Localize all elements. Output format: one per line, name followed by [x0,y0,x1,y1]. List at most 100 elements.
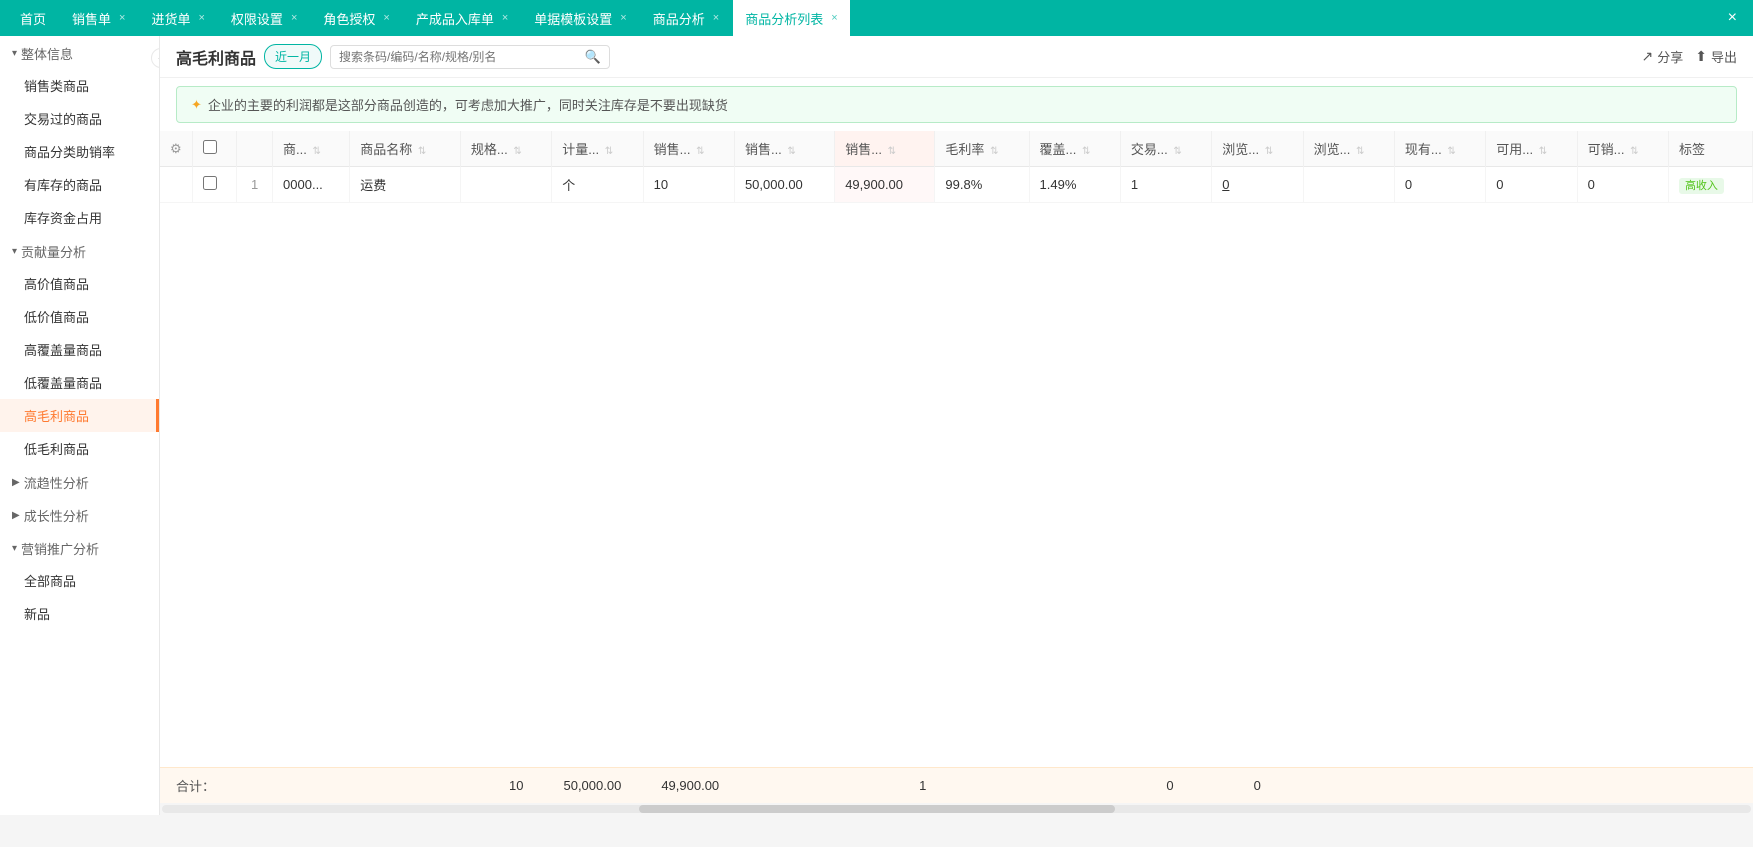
arrow-down-icon-2: ▾ [12,246,17,257]
sort-icon-13: ⇅ [1447,146,1455,157]
sidebar-item-high-coverage[interactable]: 高覆盖量商品 [0,333,159,366]
th-current-stock[interactable]: 现有... ⇅ [1394,131,1485,167]
sort-icon-7: ⇅ [888,146,896,157]
tab-sales[interactable]: 销售单 × [60,0,137,36]
sidebar-group-marketing[interactable]: ▾ 营销推广分析 [0,531,159,564]
sort-icon-9: ⇅ [1082,146,1090,157]
th-sales-qty[interactable]: 销售... ⇅ [643,131,734,167]
close-tab-analysis[interactable]: × [713,12,719,24]
td-code: 0000... [273,167,350,203]
sidebar-item-stock-capital[interactable]: 库存资金占用 [0,201,159,234]
sidebar-group-trend[interactable]: ▶ 流趋性分析 [0,465,159,498]
search-icon[interactable]: 🔍 [585,49,601,65]
th-sales-amount[interactable]: 销售... ⇅ [734,131,834,167]
th-available-stock[interactable]: 可用... ⇅ [1486,131,1577,167]
footer-available-stock: 0 [1244,778,1271,793]
search-box: 🔍 [330,45,610,69]
page-title: 高毛利商品 [176,45,256,69]
sort-icon-8: ⇅ [990,146,998,157]
tab-home[interactable]: 首页 [8,0,58,36]
td-transaction: 1 [1120,167,1211,203]
tab-analysis-list[interactable]: 商品分析列表 × [733,0,849,36]
tag-badge: 高收入 [1679,178,1724,194]
sidebar-item-new-goods[interactable]: 新品 [0,597,159,630]
th-saleable-stock[interactable]: 可销... ⇅ [1577,131,1668,167]
topbar: 首页 销售单 × 进货单 × 权限设置 × 角色授权 × 产成品入库单 × 单据… [0,0,1753,36]
close-tab-sales[interactable]: × [119,12,125,24]
sort-icon-5: ⇅ [696,146,704,157]
footer-sales-amount: 50,000.00 [553,778,631,793]
select-all-checkbox[interactable] [203,140,217,154]
sidebar-item-high-gross[interactable]: 高毛利商品 [0,399,159,432]
tab-purchase[interactable]: 进货单 × [139,0,216,36]
footer-sales-cost: 49,900.00 [651,778,729,793]
td-browse1: 0 [1212,167,1303,203]
sidebar-item-traded-goods[interactable]: 交易过的商品 [0,102,159,135]
filter-month-btn[interactable]: 近一月 [264,44,322,69]
close-tab-purchase[interactable]: × [198,12,204,24]
th-name[interactable]: 商品名称 ⇅ [350,131,461,167]
share-btn[interactable]: ↗ 分享 [1642,47,1684,66]
footer-cells: 10 50,000.00 49,900.00 1 0 0 [219,778,1737,793]
tab-product-in[interactable]: 产成品入库单 × [404,0,520,36]
td-unit: 个 [552,167,643,203]
sidebar-item-low-gross[interactable]: 低毛利商品 [0,432,159,465]
sidebar-item-low-value[interactable]: 低价值商品 [0,300,159,333]
close-tab-role[interactable]: × [383,12,389,24]
sidebar-item-category-assist-rate[interactable]: 商品分类助销率 [0,135,159,168]
sort-icon-4: ⇅ [605,146,613,157]
td-gross-margin: 99.8% [935,167,1029,203]
sort-icon-3: ⇅ [513,146,521,157]
footer-label: 合计： [176,776,215,795]
close-all-tabs[interactable]: × [1720,9,1745,27]
sidebar-item-high-value[interactable]: 高价值商品 [0,267,159,300]
th-code[interactable]: 商... ⇅ [273,131,350,167]
sidebar-group-contribution[interactable]: ▾ 贡献量分析 [0,234,159,267]
settings-icon[interactable]: ⚙ [170,141,182,156]
td-checkbox [192,167,236,203]
sidebar-group-growth[interactable]: ▶ 成长性分析 [0,498,159,531]
row-checkbox[interactable] [203,176,217,190]
tab-permission[interactable]: 权限设置 × [219,0,309,36]
th-settings: ⚙ [160,131,192,167]
close-tab-template[interactable]: × [620,12,626,24]
close-tab-product-in[interactable]: × [502,12,508,24]
sort-icon-6: ⇅ [787,146,795,157]
sidebar-group-overall[interactable]: ▾ 整体信息 [0,36,159,69]
th-browse1[interactable]: 浏览... ⇅ [1212,131,1303,167]
bottom-scrollbar[interactable] [160,803,1753,815]
search-input[interactable] [339,50,579,64]
sort-icon-12: ⇅ [1356,146,1364,157]
arrow-right-icon-2: ▶ [12,510,20,521]
th-transaction[interactable]: 交易... ⇅ [1120,131,1211,167]
tab-role[interactable]: 角色授权 × [311,0,401,36]
sidebar-item-low-coverage[interactable]: 低覆盖量商品 [0,366,159,399]
th-rownum [237,131,273,167]
th-gross-margin[interactable]: 毛利率 ⇅ [935,131,1029,167]
td-settings [160,167,192,203]
th-unit[interactable]: 计量... ⇅ [552,131,643,167]
sort-icon: ⇅ [313,146,321,157]
td-browse2 [1303,167,1394,203]
table-header-row: ⚙ 商... ⇅ 商品名称 ⇅ [160,131,1753,167]
td-sales-amount: 50,000.00 [734,167,834,203]
th-sales-cost[interactable]: 销售... ⇅ [835,131,935,167]
tab-analysis[interactable]: 商品分析 × [641,0,731,36]
th-spec[interactable]: 规格... ⇅ [460,131,551,167]
td-sales-cost: 49,900.00 [835,167,935,203]
content-area: 高毛利商品 近一月 🔍 ↗ 分享 ⬆ 导出 ✦ 企业的主要的利润都是这部分商品创… [160,36,1753,815]
content-header: 高毛利商品 近一月 🔍 ↗ 分享 ⬆ 导出 [160,36,1753,78]
th-tag[interactable]: 标签 [1668,131,1752,167]
export-btn[interactable]: ⬆ 导出 [1695,47,1737,66]
scroll-thumb[interactable] [639,805,1116,813]
th-browse2[interactable]: 浏览... ⇅ [1303,131,1394,167]
close-tab-analysis-list[interactable]: × [831,12,837,24]
sidebar-item-in-stock-goods[interactable]: 有库存的商品 [0,168,159,201]
td-name: 运费 [350,167,461,203]
sidebar-item-all-goods[interactable]: 全部商品 [0,564,159,597]
table-row: 1 0000... 运费 个 [160,167,1753,203]
th-coverage[interactable]: 覆盖... ⇅ [1029,131,1120,167]
tab-template[interactable]: 单据模板设置 × [522,0,638,36]
sidebar-item-sales-goods[interactable]: 销售类商品 [0,69,159,102]
close-tab-permission[interactable]: × [291,12,297,24]
